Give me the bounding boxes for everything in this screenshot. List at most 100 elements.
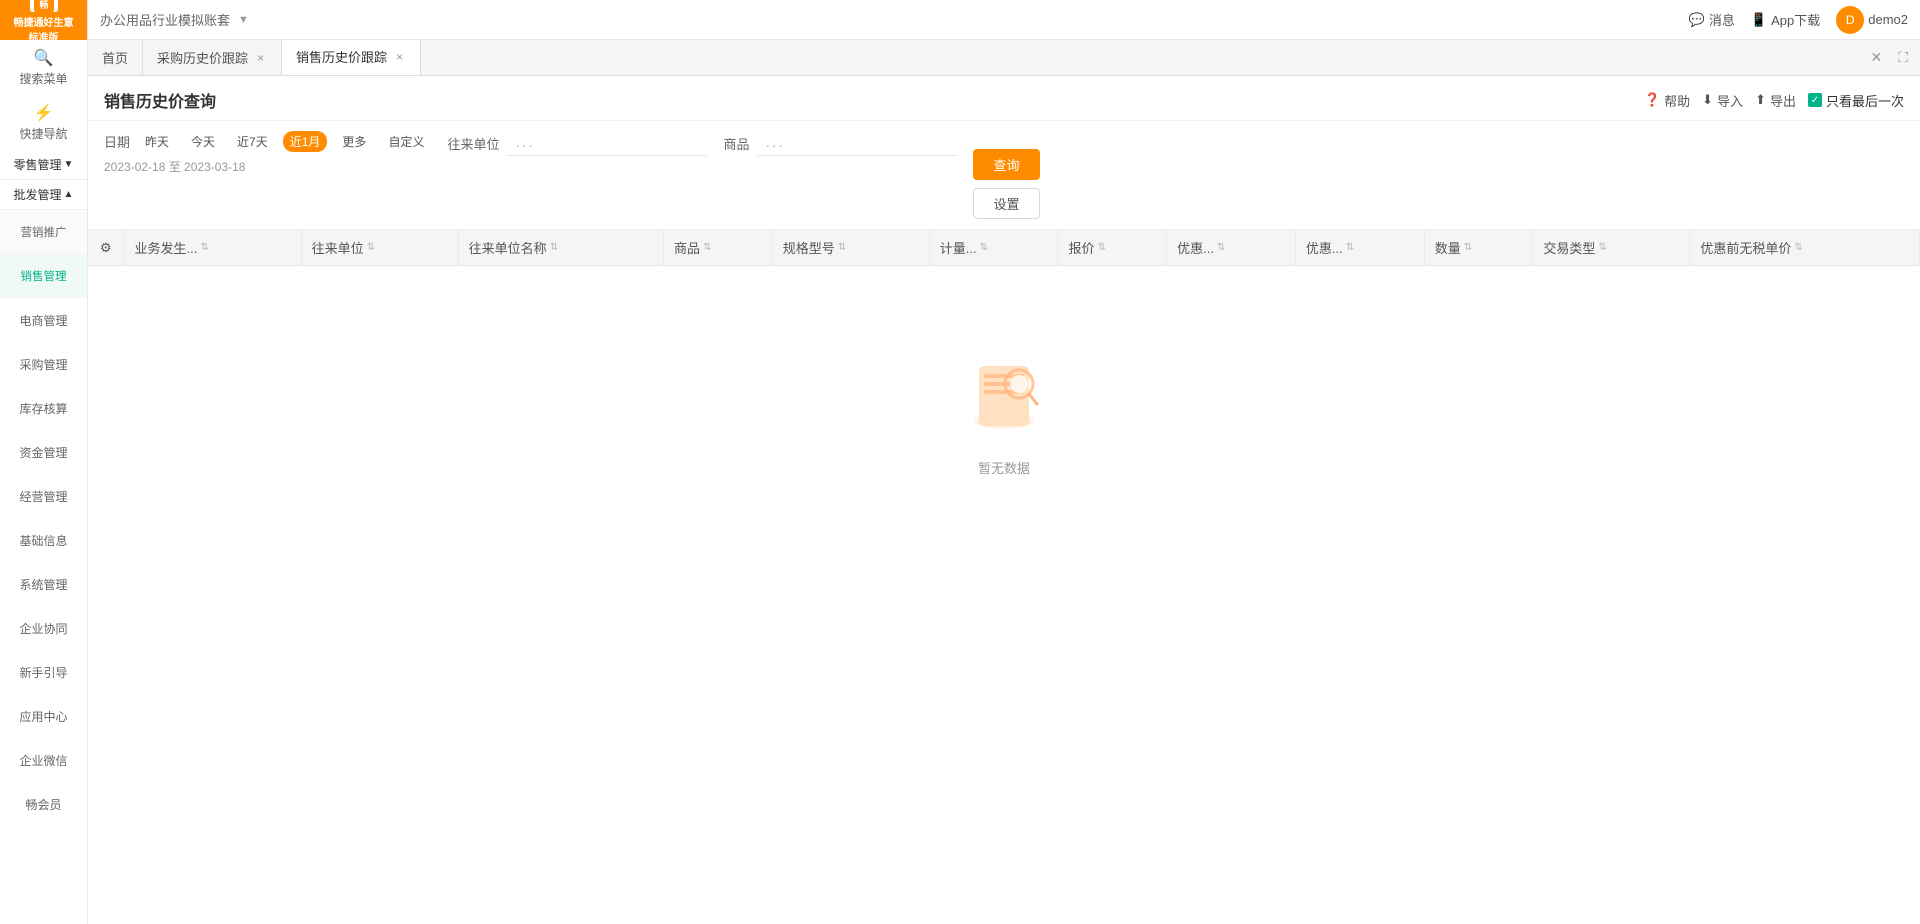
sidebar-item-finance[interactable]: 资金管理 xyxy=(0,430,87,474)
tab-home[interactable]: 首页 xyxy=(88,40,143,76)
sidebar-item-purchase[interactable]: 采购管理 xyxy=(0,342,87,386)
sidebar-item-enterprise[interactable]: 企业协同 xyxy=(0,606,87,650)
sidebar-item-basics[interactable]: 基础信息 xyxy=(0,518,87,562)
col-settings[interactable]: ⚙ xyxy=(88,230,124,266)
col-discount2[interactable]: 优惠... ⇅ xyxy=(1295,230,1424,266)
product-input[interactable]: ... xyxy=(757,131,957,156)
date-btn-7days[interactable]: 近7天 xyxy=(230,131,275,152)
workspace-selector[interactable]: 办公用品行业模拟账套 ▼ xyxy=(100,10,249,29)
date-btn-yesterday[interactable]: 昨天 xyxy=(138,131,176,152)
purchase-history-label: 采购历史价跟踪 xyxy=(157,48,248,67)
tab-sales-history[interactable]: 销售历史价跟踪 × xyxy=(282,40,421,76)
sort-icon: ⇅ xyxy=(1598,242,1606,253)
search-icon: 🔍 xyxy=(34,48,54,68)
app-logo: 畅 畅捷通好生意 标准版 xyxy=(0,0,87,40)
svg-text:畅: 畅 xyxy=(39,0,48,10)
help-button[interactable]: ❓ 帮助 xyxy=(1644,91,1690,110)
col-pre-tax-price[interactable]: 优惠前无税单价 ⇅ xyxy=(1690,230,1920,266)
export-icon: ⬆ xyxy=(1755,92,1766,108)
top-header: 办公用品行业模拟账套 ▼ 💬 消息 📱 App下载 D demo2 xyxy=(88,0,1920,40)
date-btn-more[interactable]: 更多 xyxy=(335,131,373,152)
sort-icon: ⇅ xyxy=(550,242,558,253)
page-header: 销售历史价查询 ❓ 帮助 ⬇ 导入 ⬆ 导出 ✓ 只看最后一次 xyxy=(88,76,1920,121)
main-area: 办公用品行业模拟账套 ▼ 💬 消息 📱 App下载 D demo2 首页 采购历… xyxy=(88,0,1920,924)
sidebar-item-inventory[interactable]: 库存核算 xyxy=(0,386,87,430)
export-button[interactable]: ⬆ 导出 xyxy=(1755,91,1796,110)
date-filter-group: 日期 昨天 今天 近7天 近1月 更多 自定义 2023-02-18 至 202… xyxy=(104,131,431,175)
chevron-down-icon: ▼ xyxy=(64,159,74,170)
purchase-history-close-icon[interactable]: × xyxy=(254,50,267,66)
sales-history-close-icon[interactable]: × xyxy=(393,49,406,65)
workspace-dropdown-icon: ▼ xyxy=(238,14,249,26)
product-filter-group: 商品 ... xyxy=(723,131,957,156)
chevron-up-icon: ▲ xyxy=(64,189,74,200)
app-download-button[interactable]: 📱 App下载 xyxy=(1751,10,1820,29)
filter-actions: 查询 设置 xyxy=(973,149,1039,219)
sidebar-item-member[interactable]: 畅会员 xyxy=(0,782,87,826)
sort-icon: ⇅ xyxy=(1217,242,1225,253)
sidebar-item-quicknav[interactable]: ⚡ 快捷导航 xyxy=(0,95,87,150)
workspace-name: 办公用品行业模拟账套 xyxy=(100,10,230,29)
partner-filter-label: 往来单位 xyxy=(447,134,499,153)
sidebar-item-system[interactable]: 系统管理 xyxy=(0,562,87,606)
sort-icon: ⇅ xyxy=(1464,242,1472,253)
sidebar-item-retail[interactable]: 零售管理 ▼ xyxy=(0,150,87,180)
sort-icon: ⇅ xyxy=(1346,242,1354,253)
sort-icon: ⇅ xyxy=(980,242,988,253)
page-title: 销售历史价查询 xyxy=(104,88,216,112)
settings-icon: ⚙ xyxy=(100,240,112,255)
col-biz-date[interactable]: 业务发生... ⇅ xyxy=(124,230,301,266)
content-area: 销售历史价查询 ❓ 帮助 ⬇ 导入 ⬆ 导出 ✓ 只看最后一次 xyxy=(88,76,1920,924)
app-name: 畅捷通好生意 xyxy=(14,14,74,29)
sidebar-item-marketing[interactable]: 营销推广 xyxy=(0,210,87,254)
col-partner-name[interactable]: 往来单位名称 ⇅ xyxy=(458,230,663,266)
message-button[interactable]: 💬 消息 xyxy=(1689,10,1735,29)
col-qty[interactable]: 数量 ⇅ xyxy=(1424,230,1533,266)
sidebar-item-ecommerce[interactable]: 电商管理 xyxy=(0,298,87,342)
sidebar: 畅 畅捷通好生意 标准版 🔍 搜索菜单 ⚡ 快捷导航 零售管理 ▼ 批发管理 ▲… xyxy=(0,0,88,924)
sidebar-item-sales[interactable]: 销售管理 xyxy=(0,254,87,298)
sort-icon: ⇅ xyxy=(1098,242,1106,253)
checkbox-icon: ✓ xyxy=(1808,93,1822,107)
import-icon: ⬇ xyxy=(1702,92,1713,108)
sidebar-item-operations[interactable]: 经营管理 xyxy=(0,474,87,518)
empty-illustration xyxy=(954,346,1054,446)
setting-button[interactable]: 设置 xyxy=(973,188,1039,219)
close-tab-icon[interactable]: ✕ xyxy=(1866,47,1886,68)
col-trade-type[interactable]: 交易类型 ⇅ xyxy=(1533,230,1690,266)
only-last-checkbox[interactable]: ✓ 只看最后一次 xyxy=(1808,91,1904,110)
import-button[interactable]: ⬇ 导入 xyxy=(1702,91,1743,110)
date-filter-label: 日期 xyxy=(104,132,130,151)
col-spec[interactable]: 规格型号 ⇅ xyxy=(772,230,929,266)
sidebar-item-search[interactable]: 🔍 搜索菜单 xyxy=(0,40,87,95)
sort-icon: ⇅ xyxy=(703,242,711,253)
help-icon: ❓ xyxy=(1644,92,1660,108)
table-header-row: ⚙ 业务发生... ⇅ 往来单位 ⇅ xyxy=(88,230,1920,266)
sidebar-item-guide[interactable]: 新手引导 xyxy=(0,650,87,694)
empty-state: 暂无数据 xyxy=(88,266,1920,557)
col-partner-id[interactable]: 往来单位 ⇅ xyxy=(301,230,458,266)
sort-icon: ⇅ xyxy=(838,242,846,253)
partner-filter-group: 往来单位 ... xyxy=(447,131,707,156)
data-table: ⚙ 业务发生... ⇅ 往来单位 ⇅ xyxy=(88,230,1920,266)
query-button[interactable]: 查询 xyxy=(973,149,1039,180)
date-range-display: 2023-02-18 至 2023-03-18 xyxy=(104,158,431,175)
home-tab-label: 首页 xyxy=(102,48,128,67)
col-product[interactable]: 商品 ⇅ xyxy=(664,230,773,266)
sidebar-item-wechat[interactable]: 企业微信 xyxy=(0,738,87,782)
message-icon: 💬 xyxy=(1689,12,1705,28)
user-menu[interactable]: D demo2 xyxy=(1836,6,1908,34)
tab-purchase-history[interactable]: 采购历史价跟踪 × xyxy=(143,40,282,76)
col-discount1[interactable]: 优惠... ⇅ xyxy=(1167,230,1296,266)
date-btn-1month[interactable]: 近1月 xyxy=(283,131,328,152)
sidebar-item-wholesale[interactable]: 批发管理 ▲ xyxy=(0,180,87,210)
product-filter-label: 商品 xyxy=(723,134,749,153)
maximize-icon[interactable]: ⛶ xyxy=(1894,47,1912,68)
date-btn-today[interactable]: 今天 xyxy=(184,131,222,152)
sidebar-item-apps[interactable]: 应用中心 xyxy=(0,694,87,738)
date-btn-custom[interactable]: 自定义 xyxy=(381,131,431,152)
col-quote[interactable]: 报价 ⇅ xyxy=(1058,230,1167,266)
col-unit[interactable]: 计量... ⇅ xyxy=(929,230,1058,266)
download-icon: 📱 xyxy=(1751,12,1767,28)
partner-input[interactable]: ... xyxy=(507,131,707,156)
